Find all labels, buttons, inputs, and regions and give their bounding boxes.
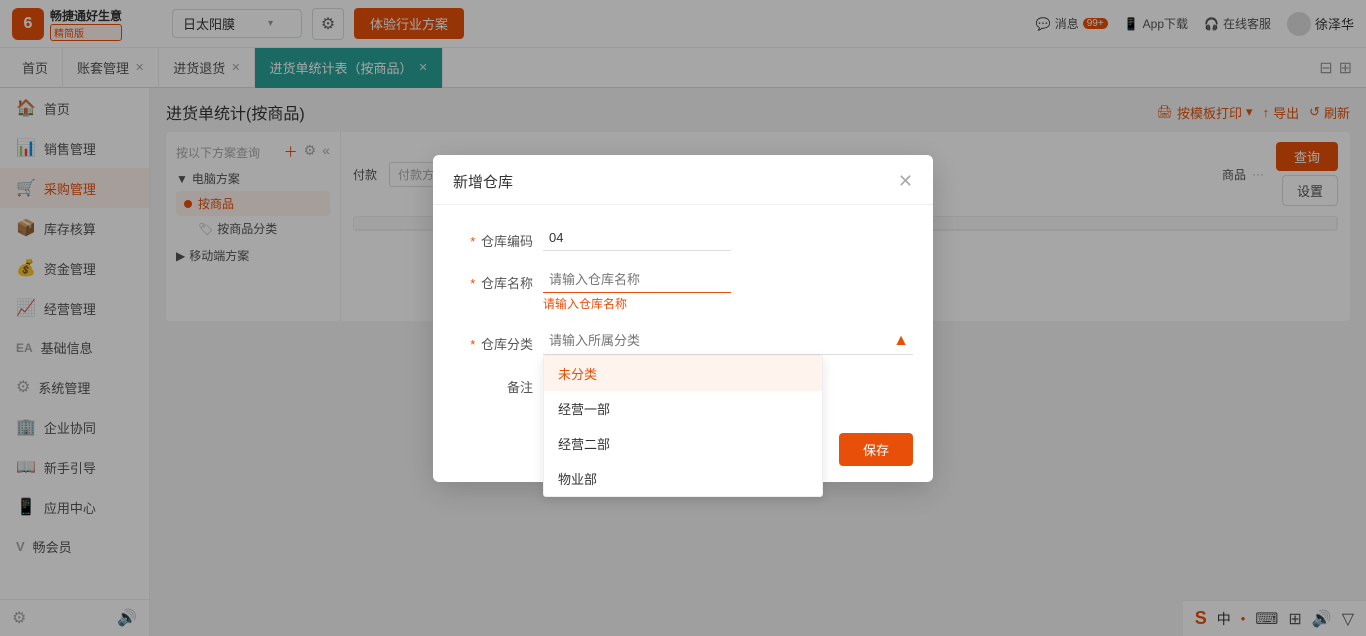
- form-row-code: * 仓库编码: [453, 225, 913, 251]
- dropdown-item-property[interactable]: 物业部: [544, 461, 822, 496]
- note-label: 备注: [453, 371, 543, 396]
- category-dropdown: 未分类 经营一部 经营二部 物业部: [543, 355, 823, 497]
- required-star-code: *: [470, 234, 475, 249]
- modal-close-button[interactable]: ✕: [898, 171, 913, 192]
- category-label: * 仓库分类: [453, 328, 543, 353]
- form-row-name: * 仓库名称 请输入仓库名称: [453, 267, 913, 312]
- modal-overlay: 新增仓库 ✕ * 仓库编码 * 仓库名称: [0, 0, 1366, 636]
- dropdown-item-operations-1[interactable]: 经营一部: [544, 391, 822, 426]
- modal-title: 新增仓库: [453, 171, 513, 192]
- code-input[interactable]: [543, 225, 731, 251]
- modal-header: 新增仓库 ✕: [433, 155, 933, 205]
- modal-body: * 仓库编码 * 仓库名称 请输入仓库名称: [433, 205, 933, 423]
- category-field-wrap: ▲ 未分类 经营一部 经营二部 物业部: [543, 328, 913, 355]
- name-input[interactable]: [543, 267, 731, 293]
- required-star-name: *: [470, 276, 475, 291]
- modal-save-button[interactable]: 保存: [839, 433, 913, 466]
- required-star-category: *: [470, 337, 475, 352]
- category-toggle-icon[interactable]: ▲: [889, 328, 913, 354]
- dropdown-item-operations-2[interactable]: 经营二部: [544, 426, 822, 461]
- name-field-wrap: 请输入仓库名称: [543, 267, 913, 312]
- category-input[interactable]: [543, 328, 889, 353]
- category-input-wrap: ▲: [543, 328, 913, 355]
- name-error-msg: 请输入仓库名称: [543, 295, 913, 312]
- code-field-wrap: [543, 225, 913, 251]
- new-warehouse-modal: 新增仓库 ✕ * 仓库编码 * 仓库名称: [433, 155, 933, 482]
- form-row-category: * 仓库分类 ▲ 未分类 经营一部 经营二部 物业部: [453, 328, 913, 355]
- name-label: * 仓库名称: [453, 267, 543, 292]
- code-label: * 仓库编码: [453, 225, 543, 250]
- dropdown-item-unclassified[interactable]: 未分类: [544, 356, 822, 391]
